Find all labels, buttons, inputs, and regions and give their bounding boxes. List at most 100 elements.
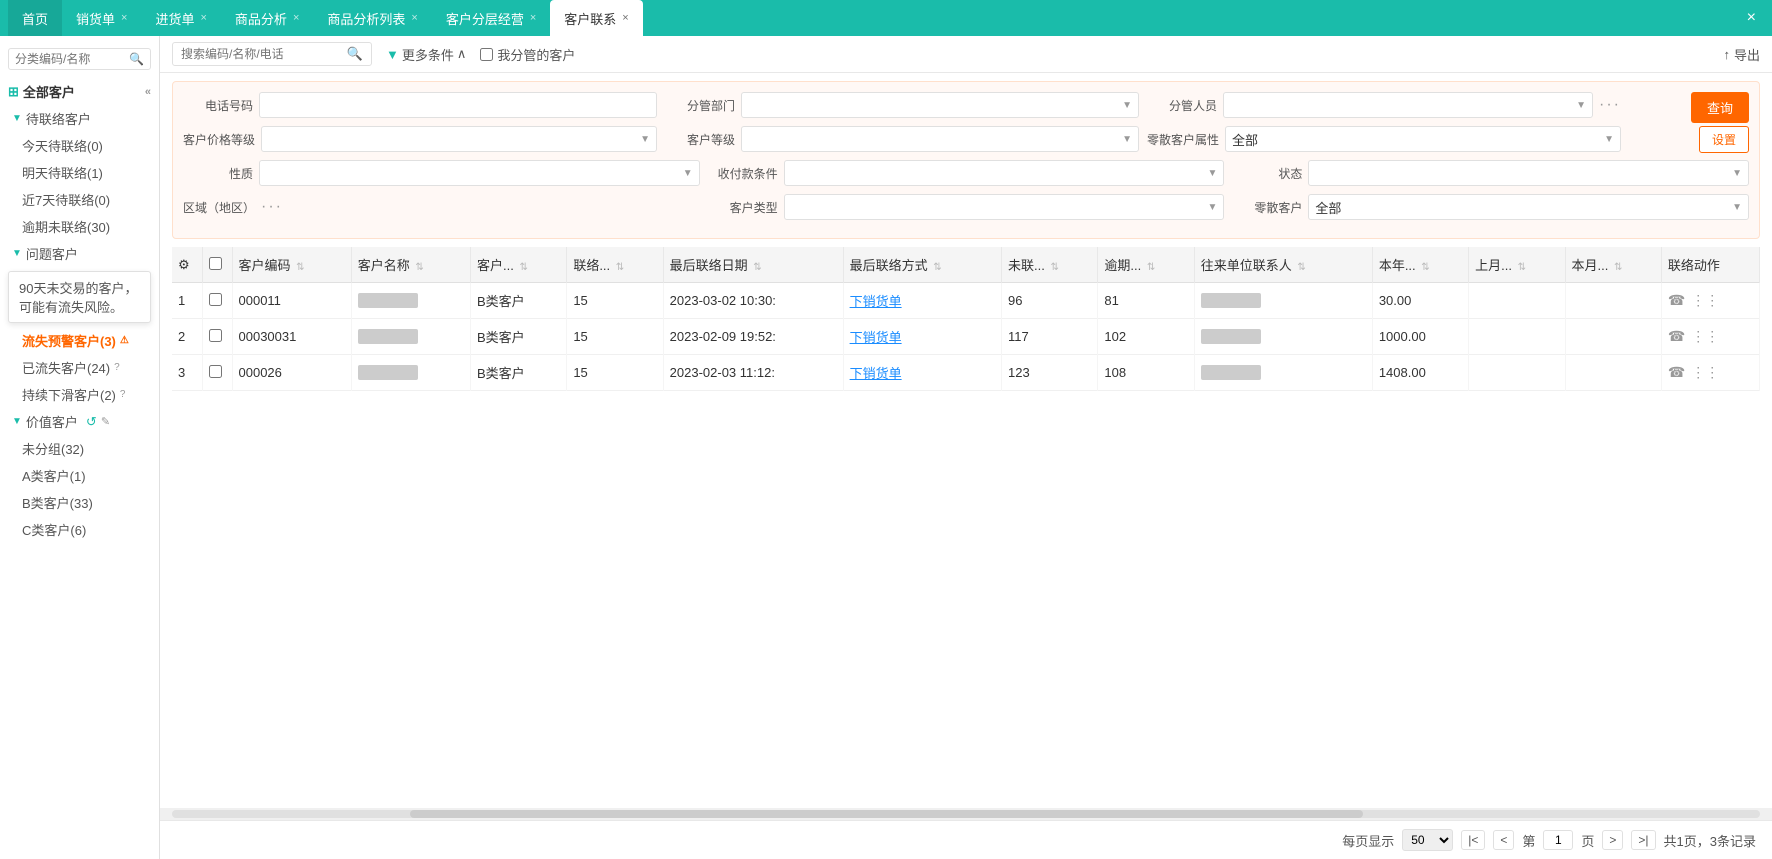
th-gear[interactable]: ⚙ — [172, 247, 202, 283]
filter-select-price-level[interactable]: ▼ — [261, 126, 657, 152]
group-pending-contact[interactable]: ▼ 待联络客户 — [0, 105, 159, 132]
horizontal-scrollbar[interactable] — [160, 808, 1772, 820]
action-more-icon[interactable]: ⋮⋮ — [1691, 364, 1719, 381]
filter-dots-region[interactable]: ··· — [261, 198, 283, 216]
cell-checkbox[interactable] — [202, 355, 232, 391]
my-customers-checkbox[interactable] — [480, 48, 493, 61]
th-this-month[interactable]: 本月... ⇅ — [1565, 247, 1661, 283]
contact-method-link[interactable]: 下销货单 — [850, 294, 902, 309]
sort-icon-this-year[interactable]: ⇅ — [1421, 262, 1429, 273]
action-contact-icon[interactable]: ☎ — [1668, 364, 1685, 381]
th-no-contact[interactable]: 未联... ⇅ — [1002, 247, 1098, 283]
first-page-btn[interactable]: |< — [1461, 830, 1485, 850]
page-size-select[interactable]: 50 100 — [1402, 829, 1453, 851]
th-type[interactable]: 客户... ⇅ — [470, 247, 566, 283]
filter-select-scatter[interactable]: 全部 ▼ — [1308, 194, 1749, 220]
filter-select-person[interactable]: ▼ — [1223, 92, 1593, 118]
filter-dots-person[interactable]: ··· — [1599, 96, 1621, 114]
cell-checkbox[interactable] — [202, 319, 232, 355]
sidebar-item-ungroup[interactable]: 未分组(32) — [0, 435, 159, 462]
group-problem-customers[interactable]: ▼ 问题客户 — [0, 240, 159, 267]
sort-icon-last-date[interactable]: ⇅ — [753, 262, 761, 273]
last-page-btn[interactable]: >| — [1631, 830, 1655, 850]
filter-select-customer-level[interactable]: ▼ — [741, 126, 1139, 152]
tab-customer-layer-close[interactable]: × — [530, 12, 536, 24]
select-all-checkbox[interactable] — [209, 257, 222, 270]
cell-last-method[interactable]: 下销货单 — [843, 355, 1001, 391]
tab-sales[interactable]: 销货单 × — [62, 0, 141, 36]
th-checkbox[interactable] — [202, 247, 232, 283]
prev-page-btn[interactable]: < — [1493, 830, 1514, 850]
sidebar-item-today[interactable]: 今天待联络(0) — [0, 132, 159, 159]
action-more-icon[interactable]: ⋮⋮ — [1691, 328, 1719, 345]
sort-icon-this-month[interactable]: ⇅ — [1614, 262, 1622, 273]
row-checkbox[interactable] — [209, 365, 222, 378]
all-customers-header[interactable]: ⊞ 全部客户 « — [0, 78, 159, 105]
sidebar-item-overdue[interactable]: 逾期未联络(30) — [0, 213, 159, 240]
tab-customer-layer[interactable]: 客户分层经营 × — [432, 0, 550, 36]
window-close-button[interactable]: × — [1739, 5, 1764, 31]
sidebar-item-class-a[interactable]: A类客户(1) — [0, 462, 159, 489]
sort-icon-last-month[interactable]: ⇅ — [1518, 262, 1526, 273]
page-num-input[interactable] — [1543, 830, 1573, 850]
filter-select-scatter-attr[interactable]: 全部 ▼ — [1225, 126, 1621, 152]
action-contact-icon[interactable]: ☎ — [1668, 328, 1685, 345]
next-page-btn[interactable]: > — [1602, 830, 1623, 850]
sidebar-item-churn-warning[interactable]: 流失预警客户(3) ⚠ — [0, 327, 159, 354]
filter-select-nature[interactable]: ▼ — [259, 160, 700, 186]
tab-analysis-list[interactable]: 商品分析列表 × — [313, 0, 431, 36]
tab-analysis-list-close[interactable]: × — [411, 12, 417, 24]
query-button[interactable]: 查询 — [1691, 92, 1749, 123]
filter-select-payment[interactable]: ▼ — [784, 160, 1225, 186]
th-last-date[interactable]: 最后联络日期 ⇅ — [663, 247, 843, 283]
filter-search-input[interactable] — [181, 47, 343, 61]
sort-icon-type[interactable]: ⇅ — [519, 262, 527, 273]
tab-sales-close[interactable]: × — [121, 12, 127, 24]
sidebar-item-tomorrow[interactable]: 明天待联络(1) — [0, 159, 159, 186]
th-code[interactable]: 客户编码 ⇅ — [232, 247, 351, 283]
th-last-method[interactable]: 最后联络方式 ⇅ — [843, 247, 1001, 283]
my-customers-checkbox-label[interactable]: 我分管的客户 — [480, 45, 575, 64]
th-contact[interactable]: 联络... ⇅ — [567, 247, 663, 283]
value-edit-icon[interactable]: ✎ — [101, 415, 110, 428]
export-btn[interactable]: ↑ 导出 — [1723, 45, 1760, 64]
action-more-icon[interactable]: ⋮⋮ — [1691, 292, 1719, 309]
contact-method-link[interactable]: 下销货单 — [850, 330, 902, 345]
settings-button[interactable]: 设置 — [1699, 126, 1749, 153]
row-checkbox[interactable] — [209, 293, 222, 306]
group-value-customers[interactable]: ▼ 价值客户 ↺ ✎ — [0, 408, 159, 435]
filter-input-phone[interactable] — [259, 92, 657, 118]
filter-select-customer-type[interactable]: ▼ — [784, 194, 1225, 220]
sort-icon-contact-person[interactable]: ⇅ — [1297, 262, 1305, 273]
tab-customer-contact[interactable]: 客户联系 × — [550, 0, 642, 36]
sort-icon-contact[interactable]: ⇅ — [616, 262, 624, 273]
cell-last-method[interactable]: 下销货单 — [843, 319, 1001, 355]
tab-analysis-close[interactable]: × — [293, 12, 299, 24]
th-overdue[interactable]: 逾期... ⇅ — [1098, 247, 1194, 283]
action-contact-icon[interactable]: ☎ — [1668, 292, 1685, 309]
th-contact-person[interactable]: 往来单位联系人 ⇅ — [1194, 247, 1372, 283]
row-checkbox[interactable] — [209, 329, 222, 342]
filter-search-icon[interactable]: 🔍 — [347, 46, 363, 62]
tab-home[interactable]: 首页 — [8, 0, 62, 36]
scrollbar-track[interactable] — [172, 810, 1760, 818]
tab-purchase[interactable]: 进货单 × — [141, 0, 220, 36]
th-name[interactable]: 客户名称 ⇅ — [351, 247, 470, 283]
sort-icon-no-contact[interactable]: ⇅ — [1051, 262, 1059, 273]
value-refresh-icon[interactable]: ↺ — [86, 414, 97, 430]
sidebar-item-class-b[interactable]: B类客户(33) — [0, 489, 159, 516]
sort-icon-name[interactable]: ⇅ — [415, 262, 423, 273]
sort-icon-code[interactable]: ⇅ — [296, 262, 304, 273]
sidebar-item-declining[interactable]: 持续下滑客户(2) ? — [0, 381, 159, 408]
tab-purchase-close[interactable]: × — [200, 12, 206, 24]
scrollbar-thumb[interactable] — [410, 810, 1363, 818]
tab-customer-contact-close[interactable]: × — [622, 12, 628, 24]
tab-analysis[interactable]: 商品分析 × — [221, 0, 313, 36]
gear-icon[interactable]: ⚙ — [178, 257, 190, 272]
filter-select-dept[interactable]: ▼ — [741, 92, 1139, 118]
more-conditions-btn[interactable]: ▼ 更多条件 ∧ — [380, 43, 472, 66]
sidebar-item-class-c[interactable]: C类客户(6) — [0, 516, 159, 543]
sort-icon-overdue[interactable]: ⇅ — [1147, 262, 1155, 273]
th-last-month[interactable]: 上月... ⇅ — [1469, 247, 1565, 283]
cell-checkbox[interactable] — [202, 283, 232, 319]
